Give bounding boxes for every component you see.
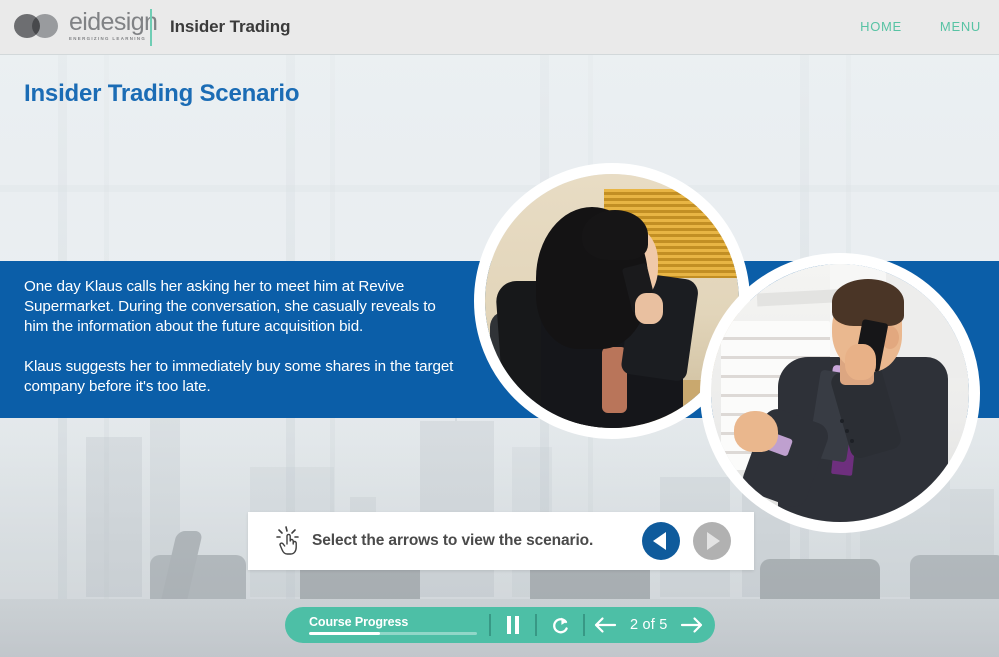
logo-tagline: ENERGIZING LEARNING <box>69 36 147 41</box>
header-nav: HOME MENU <box>860 19 981 34</box>
course-progress-fill <box>309 632 380 635</box>
page-title: Insider Trading Scenario <box>24 80 300 107</box>
app-header: eidesign ENERGIZING LEARNING Insider Tra… <box>0 0 999 55</box>
previous-arrow-button[interactable] <box>642 522 680 560</box>
narrative-text: One day Klaus calls her asking her to me… <box>24 277 456 397</box>
arrow-left-icon <box>594 617 617 633</box>
pause-icon-bar-right <box>515 616 519 634</box>
instruction-text: Select the arrows to view the scenario. <box>312 532 594 549</box>
previous-slide-button[interactable] <box>585 610 625 640</box>
slide-counter: 2 of 5 <box>630 617 668 633</box>
triangle-right-icon <box>707 532 720 550</box>
course-progress-track[interactable] <box>309 632 477 635</box>
next-slide-button[interactable] <box>672 610 712 640</box>
replay-arrow-icon <box>552 617 568 633</box>
course-title: Insider Trading <box>170 17 291 36</box>
header-divider <box>150 9 152 46</box>
next-arrow-button[interactable] <box>693 522 731 560</box>
nav-item-home[interactable]: HOME <box>860 19 902 34</box>
arrow-right-icon <box>681 617 703 633</box>
two-overlapping-circles-logo-icon <box>14 13 62 38</box>
course-progress[interactable]: Course Progress <box>309 615 489 635</box>
triangle-left-icon <box>653 532 666 550</box>
replay-button[interactable] <box>537 610 583 640</box>
course-progress-label: Course Progress <box>309 615 409 629</box>
narrative-paragraph-2: Klaus suggests her to immediately buy so… <box>24 358 454 395</box>
course-player-bar: Course Progress 2 of 5 <box>285 607 715 643</box>
course-player-stage: eidesign ENERGIZING LEARNING Insider Tra… <box>0 0 999 657</box>
pointing-hand-click-icon <box>276 526 299 555</box>
instruction-bar: Select the arrows to view the scenario. <box>248 512 754 570</box>
logo-wordmark: eidesign <box>69 8 158 36</box>
man-on-phone-photo <box>700 253 980 533</box>
pause-icon-bar-left <box>507 616 511 634</box>
pause-button[interactable] <box>491 610 535 640</box>
narrative-paragraph-1: One day Klaus calls her asking her to me… <box>24 278 436 335</box>
nav-item-menu[interactable]: MENU <box>940 19 981 34</box>
brand-logo[interactable]: eidesign ENERGIZING LEARNING <box>14 8 158 41</box>
